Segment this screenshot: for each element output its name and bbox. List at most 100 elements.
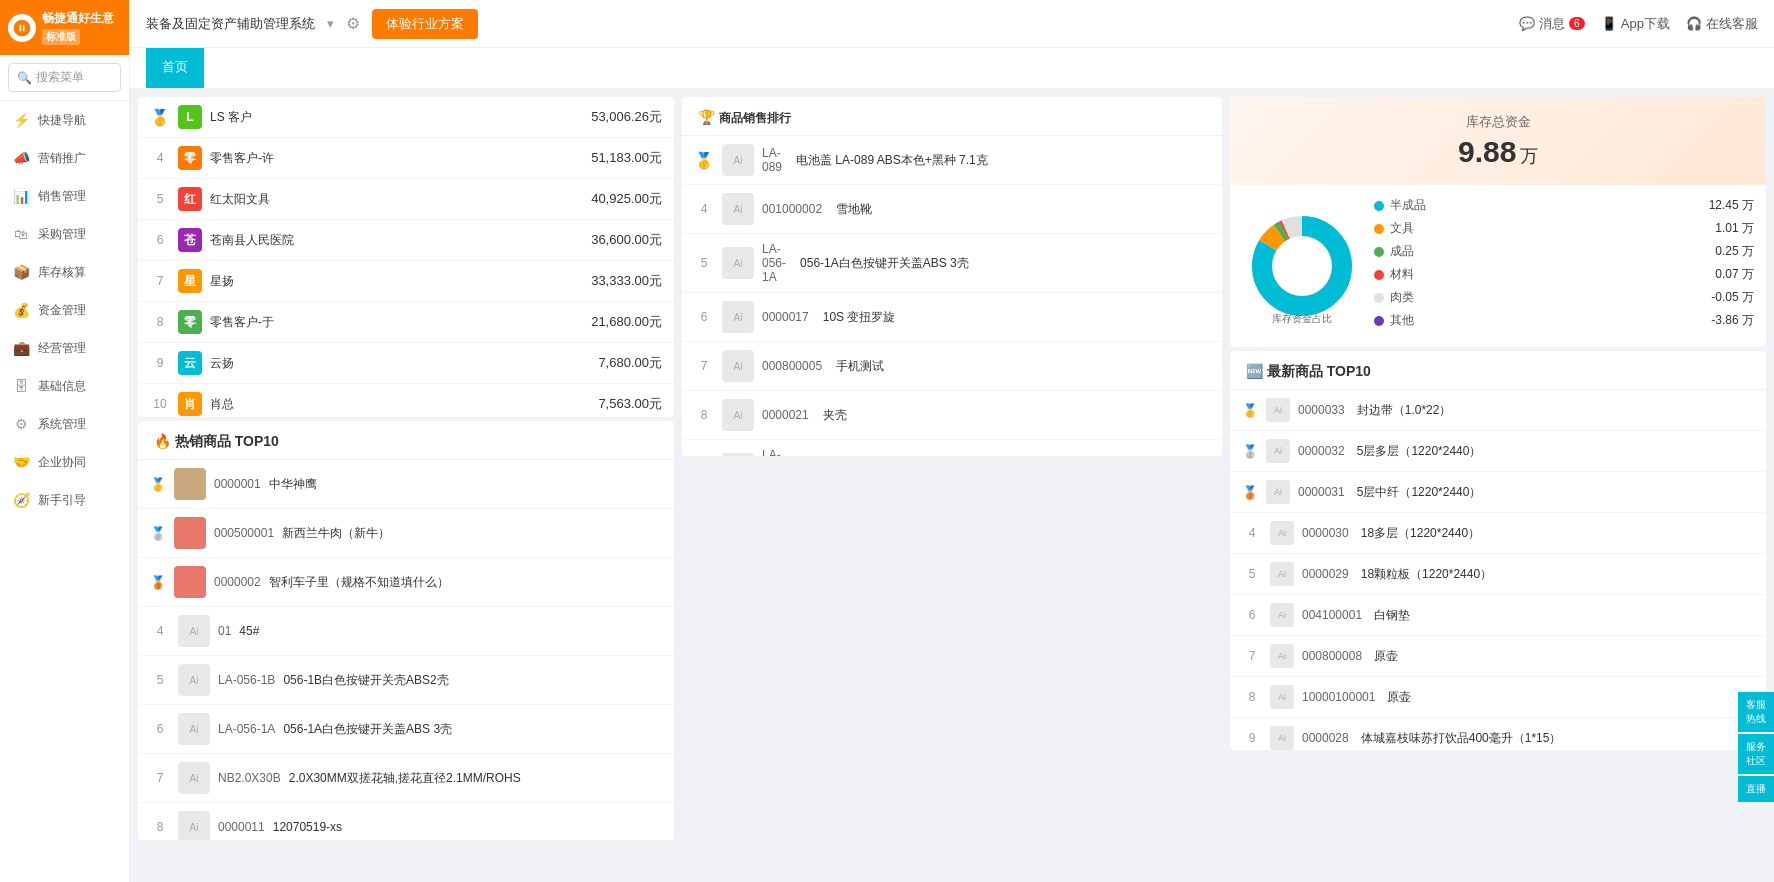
rank-num-8: 10 [150,397,170,411]
sidebar-item-finance[interactable]: 💰 资金管理 [0,291,129,329]
pr-item-7: 9 Ai LA-59651-1B 59651-1B旋转投影灯电池盒ABS黑色+5… [682,440,1222,456]
sidebar-item-cooperation[interactable]: 🤝 企业协同 [0,443,129,481]
hp-rank-4: 4 [150,624,170,638]
trial-button[interactable]: 体验行业方案 [372,9,478,39]
hot-products-title: 🔥 热销商品 TOP10 [138,421,674,460]
sidebar-item-inventory[interactable]: 📦 库存核算 [0,253,129,291]
lp-item-2: 🥈 Ai 0000032 5层多层（1220*2440） [1230,431,1766,472]
pr-rank-2: 4 [694,202,714,216]
latest-icon: 🆕 [1246,363,1263,379]
legend-name-1: 半成品 [1390,197,1703,214]
pr-img-5: Ai [722,350,754,382]
legend-dot-2 [1374,224,1384,234]
hp-img-1 [174,468,206,500]
sidebar-item-guide[interactable]: 🧭 新手引导 [0,481,129,519]
system-title: 装备及固定资产辅助管理系统 [146,15,315,33]
lp-name-7: 原壶 [1374,648,1398,665]
hp-code-6: LA-056-1A [218,722,275,736]
lp-item-6: 6 Ai 004100001 白钢垫 [1230,595,1766,636]
rank-item-8: 10 肖 肖总 7,563.00元 [138,384,674,417]
rank-item-6: 8 零 零售客户-于 21,680.00元 [138,302,674,343]
content-grid: 🥇 L LS 客户 53,006.26元 4 零 零售客户-许 51,183.0… [130,89,1774,848]
rank-item-4: 6 苍 苍南县人民医院 36,600.00元 [138,220,674,261]
lp-code-8: 10000100001 [1302,690,1375,704]
inventory-total-value-area: 9.88 万 [1246,135,1750,169]
pr-code-4: 0000017 [762,310,809,324]
inventory-chart-area: 库存资金占比 半成品 12.45 万 文具 1.01 万 [1230,185,1766,347]
legend-name-4: 材料 [1390,266,1709,283]
lp-name-3: 5层中纤（1220*2440） [1357,484,1482,501]
gear-icon[interactable]: ⚙ [346,14,360,33]
lp-code-6: 004100001 [1302,608,1362,622]
medal-1: 🥇 [150,108,170,127]
float-buttons: 客服热线 服务社区 直播 [1738,692,1774,802]
badge-6: 零 [178,310,202,334]
float-btn-service[interactable]: 客服热线 [1738,692,1774,732]
col-1: 🥇 L LS 客户 53,006.26元 4 零 零售客户-许 51,183.0… [130,89,678,848]
pr-item-6: 8 Ai 0000021 夹壳 [682,391,1222,440]
trophy-icon: 🏆 [698,109,715,125]
sidebar-item-marketing[interactable]: 📣 营销推广 [0,139,129,177]
sidebar-item-quick-nav[interactable]: ⚡ 快捷导航 [0,101,129,139]
amount-5: 33,333.00元 [591,272,662,290]
hp-medal-1: 🥇 [150,477,166,492]
app-download-button[interactable]: 📱 App下载 [1601,15,1670,33]
sidebar-item-basic-info[interactable]: 🗄 基础信息 [0,367,129,405]
online-service-button[interactable]: 🎧 在线客服 [1686,15,1758,33]
float-btn-live[interactable]: 直播 [1738,776,1774,802]
sidebar-item-operations[interactable]: 💼 经营管理 [0,329,129,367]
sidebar-item-label: 经营管理 [38,340,86,357]
lp-name-8: 原壶 [1387,689,1411,706]
lp-item-5: 5 Ai 0000029 18颗粒板（1220*2440） [1230,554,1766,595]
message-badge: 6 [1569,17,1585,30]
name-1: LS 客户 [210,109,583,126]
rank-item-5: 7 星 星扬 33,333.00元 [138,261,674,302]
sidebar-item-label: 库存核算 [38,264,86,281]
search-menu-label: 搜索菜单 [36,69,84,86]
search-icon: 🔍 [17,71,32,85]
pr-name-6: 夹壳 [823,407,1210,424]
lp-rank-5: 5 [1242,567,1262,581]
hp-code-2: 000500001 [214,526,274,540]
legend-name-6: 其他 [1390,312,1705,329]
pr-code-1: LA-089 [762,146,782,174]
float-btn-community[interactable]: 服务社区 [1738,734,1774,774]
sidebar-item-purchase[interactable]: 🛍 采购管理 [0,215,129,253]
sidebar-item-system[interactable]: ⚙ 系统管理 [0,405,129,443]
lp-rank-8: 8 [1242,690,1262,704]
badge-2: 零 [178,146,202,170]
chart-icon: 📊 [12,187,30,205]
donut-label: 库存资金占比 [1272,312,1332,326]
inventory-unit: 万 [1520,146,1538,166]
lp-medal-1: 🥇 [1242,403,1258,418]
bag-icon: 🛍 [12,225,30,243]
rank-num-7: 9 [150,356,170,370]
database-icon: 🗄 [12,377,30,395]
sidebar: 畅捷通好生意 标准版 🔍 搜索菜单 ⚡ 快捷导航 📣 营销推广 📊 销售管理 🛍… [0,0,130,882]
money-icon: 💰 [12,301,30,319]
rank-num-6: 8 [150,315,170,329]
latest-product-list: 🥇 Ai 0000033 封边带（1.0*22） 🥈 Ai 0000032 5层… [1230,390,1766,750]
legend-dot-6 [1374,316,1384,326]
hot-product-1: 🥇 0000001 中华神鹰 [138,460,674,509]
badge-7: 云 [178,351,202,375]
sidebar-item-sales[interactable]: 📊 销售管理 [0,177,129,215]
search-menu-button[interactable]: 🔍 搜索菜单 [8,63,121,92]
product-rank-list: 🥇 Ai LA-089 电池盖 LA-089 ABS本色+黑种 7.1克 4 A… [682,136,1222,456]
hot-product-list: 🥇 0000001 中华神鹰 🥈 000500001 新西兰牛肉（新牛） [138,460,674,840]
legend-item-4: 材料 0.07 万 [1374,266,1754,283]
legend-item-5: 肉类 -0.05 万 [1374,289,1754,306]
lp-name-9: 体城嘉枝味苏打饮品400毫升（1*15） [1361,730,1562,747]
hp-name-2: 新西兰牛肉（新牛） [282,525,662,542]
dropdown-icon[interactable]: ▾ [327,16,334,31]
lp-rank-9: 9 [1242,731,1262,745]
app-badge: 标准版 [42,29,80,45]
amount-6: 21,680.00元 [591,313,662,331]
tab-home[interactable]: 首页 [146,48,204,88]
search-area[interactable]: 🔍 搜索菜单 [0,55,129,101]
lp-name-1: 封边带（1.0*22） [1357,402,1452,419]
message-button[interactable]: 💬 消息 6 [1519,15,1585,33]
hot-products-panel: 🔥 热销商品 TOP10 🥇 0000001 中华神鹰 🥈 [138,421,674,840]
legend-dot-4 [1374,270,1384,280]
sidebar-nav: ⚡ 快捷导航 📣 营销推广 📊 销售管理 🛍 采购管理 📦 库存核算 💰 资金管… [0,101,129,882]
